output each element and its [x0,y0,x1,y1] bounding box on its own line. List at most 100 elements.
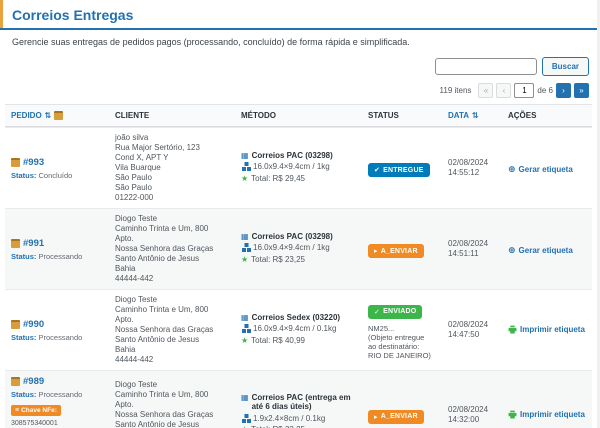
prev-page-button[interactable]: ‹ [496,83,511,98]
next-page-button[interactable]: › [556,83,571,98]
date-cell: 02/08/2024 14:47:50 [442,315,502,345]
tracking-note: RIO DE JANEIRO) [368,351,436,360]
status-badge-label: A_ENVIAR [381,413,418,420]
package-icon [11,239,20,248]
nfe-key-value: 308575340001 [11,419,103,428]
order-time: 14:51:11 [448,249,496,259]
client-line: Santo Antônio de Jesus [115,420,229,428]
client-line: São Paulo [115,173,229,182]
order-time: 14:55:12 [448,168,496,178]
client-line: Santo Antônio de Jesus [115,335,229,344]
client-line: Diogo Teste [115,380,229,389]
box-icon: ▦ [241,313,249,323]
sort-icon: ⇅ [472,111,479,120]
document-icon: ≡ [15,407,19,414]
method-total: Total: R$ 23,25 [251,255,305,265]
client-line: Diogo Teste [115,214,229,223]
method-cell: ▦Correios PAC (03298) 16.0x9.4×9.4cm / 1… [235,227,362,272]
box-icon: ▦ [241,232,249,242]
date-cell: 02/08/2024 14:55:12 [442,153,502,183]
current-page-input[interactable] [514,83,534,98]
order-link[interactable]: #991 [23,238,44,249]
items-count: 119 itens [440,86,472,95]
order-status-label: Status: [11,333,36,342]
correios-entregas-page: Correios Entregas Gerencie suas entregas… [0,0,597,428]
method-dimensions: 1.9x2.4×8cm / 0.1kg [253,414,325,424]
order-cell: #989 Status: Processando ≡ Chave NFe: 30… [5,371,109,428]
method-name: Correios Sedex (03220) [252,313,341,323]
client-line: 44444-442 [115,274,229,283]
order-status-label: Status: [11,252,36,261]
actions-cell: ⊕ Gerar etiqueta [502,235,592,263]
table-row: #989 Status: Processando ≡ Chave NFe: 30… [5,370,592,428]
admin-screen: Correios Entregas Gerencie suas entregas… [0,0,600,428]
cubes-icon [242,419,246,423]
method-dimensions: 16.0x9.4×9.4cm / 1kg [253,243,330,253]
order-date: 02/08/2024 [448,320,496,330]
order-link[interactable]: #993 [23,157,44,168]
order-date: 02/08/2024 [448,405,496,415]
order-date: 02/08/2024 [448,158,496,168]
order-time: 14:47:50 [448,330,496,340]
order-status-value: Processando [39,252,83,261]
client-cell: joão silva Rua Major Sertório, 123 Cond … [109,128,235,208]
client-line: Diogo Teste [115,295,229,304]
page-header: Correios Entregas [0,0,597,30]
generate-label-link[interactable]: ⊕ Gerar etiqueta [508,165,573,174]
star-icon: ★ [241,255,248,265]
order-status-value: Processando [39,390,83,399]
client-line: 44444-442 [115,355,229,364]
method-dimensions: 16.0x9.4×9.4cm / 0.1kg [253,324,336,334]
status-cell: ▸ A_ENVIAR [362,401,442,428]
last-page-button[interactable]: » [574,83,589,98]
package-icon [11,377,20,386]
table-header-row: PEDIDO ⇅ CLIENTE MÉTODO STATUS DATA ⇅ AÇ… [5,104,592,127]
client-line: Bahia [115,345,229,354]
actions-cell: Imprimir etiqueta [502,316,592,344]
search-controls: Buscar [0,53,597,78]
search-button[interactable]: Buscar [542,57,589,76]
cubes-icon [242,248,246,252]
header-acoes: AÇÕES [502,105,592,126]
client-line: Apto. [115,315,229,324]
client-line: Apto. [115,400,229,409]
status-badge: ▸ A_ENVIAR [368,410,424,424]
method-total: Total: R$ 29,45 [251,174,305,184]
sort-icon: ⇅ [45,111,52,120]
client-line: Rua Major Sertório, 123 [115,143,229,152]
header-metodo: MÉTODO [235,105,362,126]
status-badge-label: ENVIADO [383,308,416,315]
printer-icon [508,325,517,334]
order-cell: #990 Status: Processando [5,314,109,347]
header-cliente: CLIENTE [109,105,235,126]
client-line: Caminho Trinta e Um, 800 [115,305,229,314]
client-line: Bahia [115,264,229,273]
method-cell: ▦Correios PAC (03298) 16.0x9.4×9.4cm / 1… [235,146,362,191]
status-badge: ▸ A_ENVIAR [368,244,424,258]
first-page-button[interactable]: « [478,83,493,98]
order-status-label: Status: [11,171,36,180]
print-label-link[interactable]: Imprimir etiqueta [508,325,585,334]
print-label-link[interactable]: Imprimir etiqueta [508,410,585,419]
header-data[interactable]: DATA ⇅ [442,105,502,126]
pagination: 119 itens « ‹ de 6 › » [0,78,597,104]
order-status-value: Concluído [39,171,73,180]
tracking-note: (Objeto entregue [368,333,436,342]
search-input[interactable] [435,58,537,75]
accent-bar [0,0,3,28]
truck-icon: ▸ [374,413,378,421]
client-line: Caminho Trinta e Um, 800 [115,224,229,233]
header-pedido[interactable]: PEDIDO ⇅ [5,105,109,126]
printer-icon [508,410,517,419]
generate-label-link[interactable]: ⊕ Gerar etiqueta [508,246,573,255]
order-link[interactable]: #990 [23,319,44,330]
package-icon [11,320,20,329]
client-line: São Paulo [115,183,229,192]
method-name: Correios PAC (03298) [252,232,333,242]
client-line: Nossa Senhora das Graças [115,325,229,334]
client-line: Vila Buarque [115,163,229,172]
cubes-icon [242,329,246,333]
order-link[interactable]: #989 [23,376,44,387]
client-line: Cond X, APT Y [115,153,229,162]
order-time: 14:32:00 [448,415,496,425]
